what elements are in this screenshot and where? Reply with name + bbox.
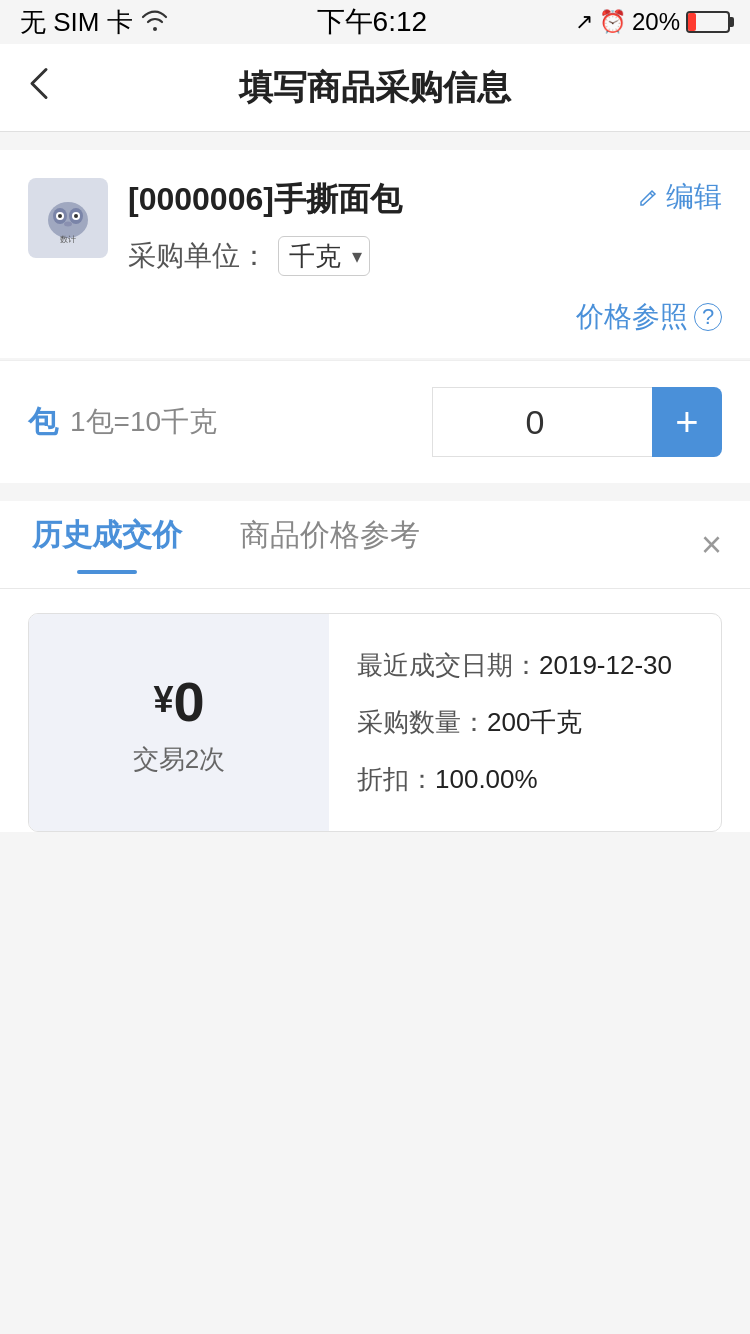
tab-history[interactable]: 历史成交价 [28,515,186,574]
back-button[interactable] [28,65,50,110]
price-ref-link[interactable]: 价格参照 ? [576,298,722,336]
wifi-icon [141,7,169,38]
location-icon: ↗ [575,9,593,35]
product-thumbnail: 数计 [28,178,108,258]
battery-percent: 20% [632,8,680,36]
tabs-header: 历史成交价 商品价格参考 × [0,501,750,589]
status-bar: 无 SIM 卡 下午6:12 ↗ ⏰ 20% [0,0,750,44]
history-card: ¥0 交易2次 最近成交日期：2019-12-30 采购数量：200千克 折扣：… [28,613,722,832]
tab-close-button[interactable]: × [701,527,722,563]
quantity-input[interactable] [432,387,652,457]
svg-point-7 [64,222,72,227]
quantity-unit-label: 包 1包=10千克 [28,402,217,443]
product-info: [0000006]手撕面包 采购单位： 千克 包 克 [128,178,402,276]
unit-select-wrapper[interactable]: 千克 包 克 [278,236,370,276]
nav-bar: 填写商品采购信息 [0,44,750,132]
discount-row: 折扣：100.00% [357,760,693,799]
product-name-text: 手撕面包 [274,181,402,217]
recent-date-row: 最近成交日期：2019-12-30 [357,646,693,685]
unit-select[interactable]: 千克 包 克 [278,236,370,276]
product-name: [0000006]手撕面包 [128,178,402,222]
history-card-left: ¥0 交易2次 [29,614,329,831]
svg-point-6 [74,214,78,218]
status-carrier: 无 SIM 卡 [20,5,169,40]
no-sim-text: 无 SIM 卡 [20,5,133,40]
quantity-plus-button[interactable]: + [652,387,722,457]
product-card: 数计 [0000006]手撕面包 采购单位： 千克 包 克 [0,150,750,358]
svg-point-5 [58,214,62,218]
alarm-icon: ⏰ [599,9,626,35]
tabs-section: 历史成交价 商品价格参考 × ¥0 交易2次 最近成交日期：2019-12-30… [0,501,750,832]
history-card-right: 最近成交日期：2019-12-30 采购数量：200千克 折扣：100.00% [329,614,721,831]
svg-text:数计: 数计 [60,235,76,244]
purchase-qty-row: 采购数量：200千克 [357,703,693,742]
history-trade-count: 交易2次 [133,742,225,777]
page-title: 填写商品采购信息 [239,65,511,111]
tab-product-price[interactable]: 商品价格参考 [236,515,424,574]
qty-unit-icon: 包 [28,402,58,443]
status-right-icons: ↗ ⏰ 20% [575,8,730,36]
quantity-control: + [432,387,722,457]
product-id: [0000006] [128,181,274,217]
status-time: 下午6:12 [317,3,428,41]
tabs-list: 历史成交价 商品价格参考 [28,515,424,574]
help-icon[interactable]: ? [694,303,722,331]
battery-icon [686,11,730,33]
qty-unit-note: 1包=10千克 [70,403,217,441]
history-price: ¥0 [153,669,204,734]
edit-link[interactable]: 编辑 [638,178,722,216]
quantity-row: 包 1包=10千克 + [0,360,750,483]
unit-label: 采购单位： [128,237,268,275]
